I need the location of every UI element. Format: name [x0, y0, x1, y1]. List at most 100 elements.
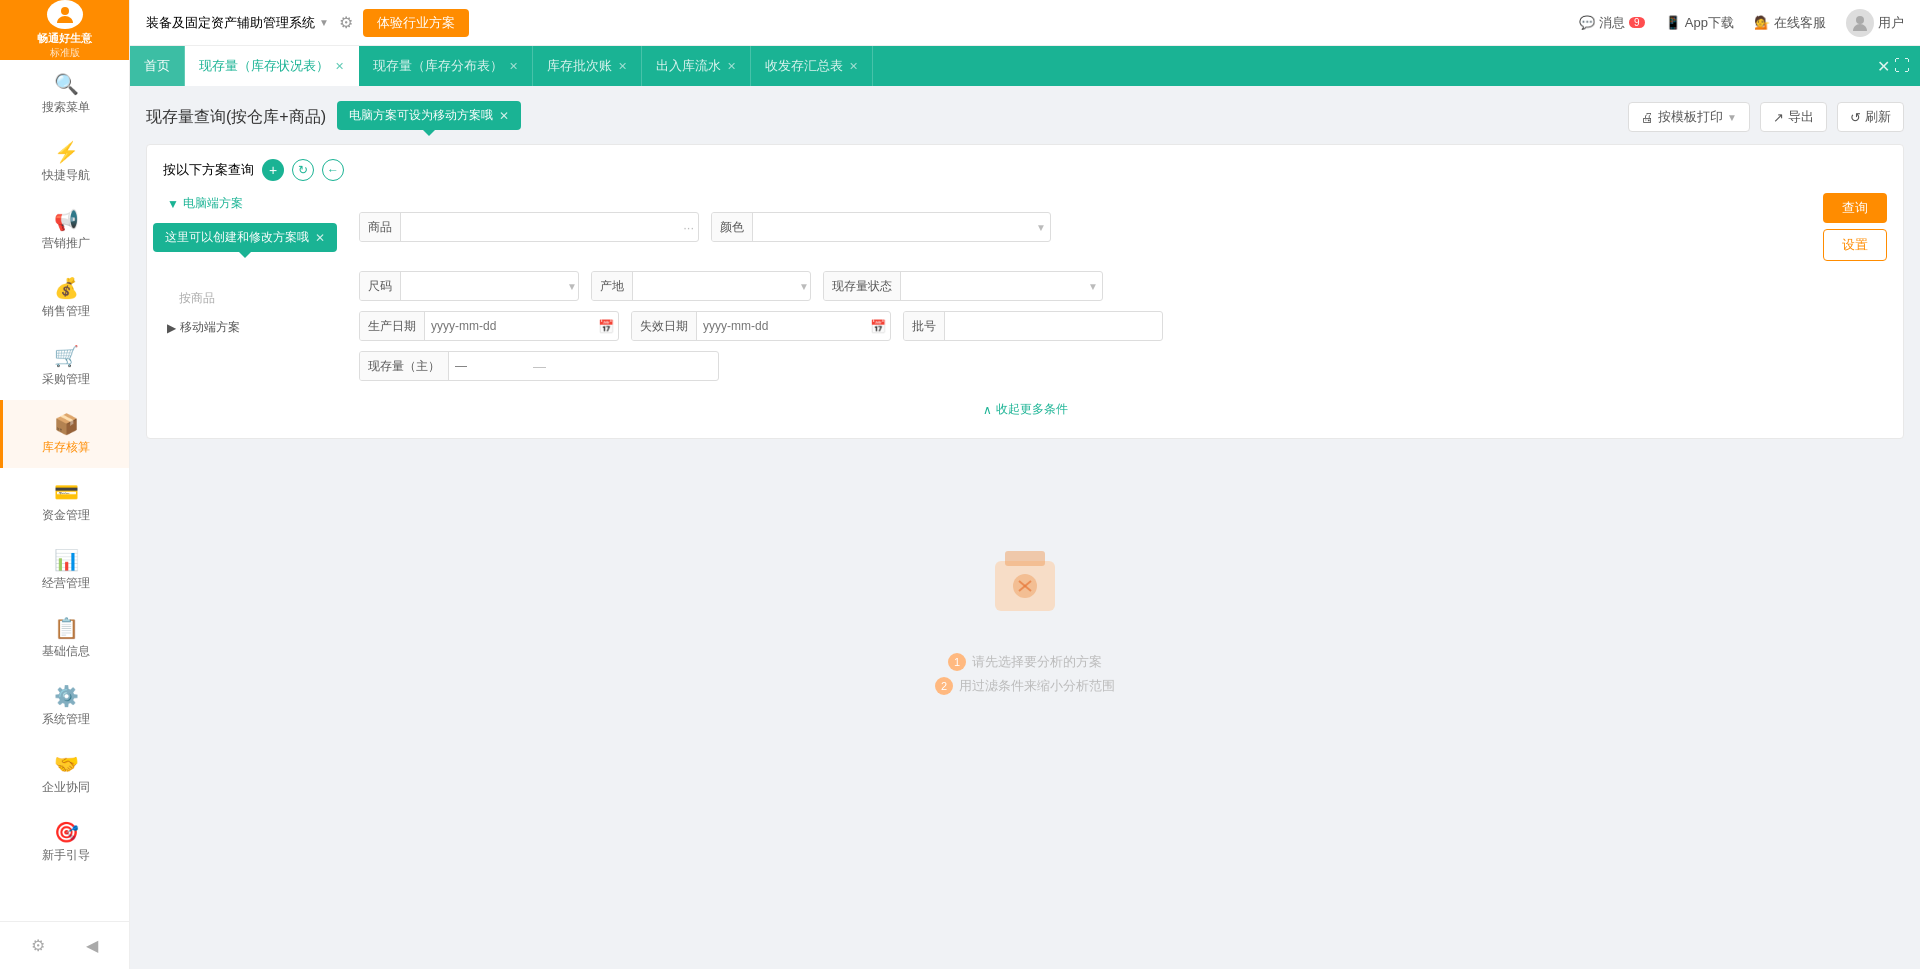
field-stock-status-input[interactable]	[901, 272, 1084, 300]
svg-point-0	[61, 7, 69, 15]
filter-back-btn[interactable]: ←	[322, 159, 344, 181]
setting-btn[interactable]: 设置	[1823, 229, 1887, 261]
sidebar-label-9: 系统管理	[42, 711, 90, 728]
filter-field-color: 颜色 ▼	[711, 212, 1051, 242]
filter-label: 按以下方案查询	[163, 161, 254, 179]
svg-rect-3	[1005, 551, 1045, 566]
online-service-label: 在线客服	[1774, 14, 1826, 32]
tab-flow[interactable]: 出入库流水 ✕	[642, 46, 751, 86]
header-gear-icon[interactable]: ⚙	[339, 13, 353, 32]
sidebar-collapse-btn[interactable]: ◀	[86, 936, 98, 955]
field-size-chevron[interactable]: ▼	[563, 281, 579, 292]
tab-inventory-dist[interactable]: 现存量（库存分布表） ✕	[359, 46, 533, 86]
sidebar-item-10[interactable]: 🤝企业协同	[0, 740, 129, 808]
tab-inventory-status[interactable]: 现存量（库存状况表） ✕	[185, 46, 359, 86]
sidebar-item-8[interactable]: 📋基础信息	[0, 604, 129, 672]
field-origin-label: 产地	[592, 272, 633, 300]
field-stock-qty-start[interactable]	[449, 352, 529, 380]
system-selector[interactable]: 装备及固定资产辅助管理系统 ▼	[146, 14, 329, 32]
filter-header: 按以下方案查询 + ↻ ← 电脑方案可设为移动方案哦 ✕	[163, 159, 1887, 181]
message-icon: 💬	[1579, 15, 1595, 30]
field-expire-date-input[interactable]	[697, 312, 866, 340]
hint-2-text: 用过滤条件来缩小分析范围	[959, 677, 1115, 695]
field-size-label: 尺码	[360, 272, 401, 300]
filter-field-stock-status: 现存量状态 ▼	[823, 271, 1103, 301]
field-goods-label: 商品	[360, 213, 401, 241]
tooltip2-close[interactable]: ✕	[315, 231, 325, 245]
tab-summary-close[interactable]: ✕	[849, 60, 858, 73]
filter-field-goods: 商品 ···	[359, 212, 699, 242]
sidebar-item-0[interactable]: 🔍搜索菜单	[0, 60, 129, 128]
print-label: 按模板打印	[1658, 108, 1723, 126]
filter-field-size: 尺码 ▼	[359, 271, 579, 301]
field-expire-date-cal[interactable]: 📅	[866, 319, 890, 334]
empty-illustration	[975, 531, 1075, 634]
refresh-label: 刷新	[1865, 108, 1891, 126]
tab-batch-account[interactable]: 库存批次账 ✕	[533, 46, 642, 86]
tab-batch-account-close[interactable]: ✕	[618, 60, 627, 73]
sidebar-item-1[interactable]: ⚡快捷导航	[0, 128, 129, 196]
print-icon: 🖨	[1641, 110, 1654, 125]
sidebar-item-2[interactable]: 📢营销推广	[0, 196, 129, 264]
sidebar-icon-7: 📊	[54, 548, 79, 572]
refresh-btn[interactable]: ↺ 刷新	[1837, 102, 1904, 132]
sidebar-item-3[interactable]: 💰销售管理	[0, 264, 129, 332]
filter-cycle-btn[interactable]: ↻	[292, 159, 314, 181]
sidebar-label-3: 销售管理	[42, 303, 90, 320]
filter-body: ▼ 电脑端方案 这里可以创建和修改方案哦 ✕ 按商品 ▶	[163, 193, 1887, 391]
collapse-label: 收起更多条件	[996, 401, 1068, 418]
app-download-btn[interactable]: 📱 App下载	[1665, 14, 1734, 32]
tab-home[interactable]: 首页	[130, 46, 185, 86]
sidebar-item-7[interactable]: 📊经营管理	[0, 536, 129, 604]
filter-search-actions: 查询 设置	[1823, 193, 1887, 261]
sidebar-item-5[interactable]: 📦库存核算	[0, 400, 129, 468]
field-goods-dots[interactable]: ···	[679, 220, 698, 235]
export-label: 导出	[1788, 108, 1814, 126]
sidebar-item-9[interactable]: ⚙️系统管理	[0, 672, 129, 740]
sidebar-item-11[interactable]: 🎯新手引导	[0, 808, 129, 876]
export-btn[interactable]: ↗ 导出	[1760, 102, 1827, 132]
print-btn[interactable]: 🖨 按模板打印 ▼	[1628, 102, 1750, 132]
user-label: 用户	[1878, 14, 1904, 32]
sidebar-icon-1: ⚡	[54, 140, 79, 164]
field-color-chevron[interactable]: ▼	[1032, 222, 1050, 233]
sidebar-item-6[interactable]: 💳资金管理	[0, 468, 129, 536]
tooltip1-close[interactable]: ✕	[499, 109, 509, 123]
message-btn[interactable]: 💬 消息 9	[1579, 14, 1645, 32]
industry-btn[interactable]: 体验行业方案	[363, 9, 469, 37]
scheme-mobile[interactable]: ▶ 移动端方案	[163, 317, 343, 338]
tab-flow-close[interactable]: ✕	[727, 60, 736, 73]
online-service-icon: 💁	[1754, 15, 1770, 30]
sidebar-icon-4: 🛒	[54, 344, 79, 368]
field-color-input[interactable]	[753, 213, 1032, 241]
field-origin-chevron[interactable]: ▼	[795, 281, 811, 292]
scheme-pc[interactable]: ▼ 电脑端方案	[163, 193, 343, 214]
message-label: 消息	[1599, 14, 1625, 32]
tab-fullscreen-btn[interactable]: ⛶	[1894, 57, 1910, 75]
sidebar-settings-btn[interactable]: ⚙	[31, 936, 45, 955]
scheme-pc-label: 电脑端方案	[183, 195, 243, 212]
sidebar-label-2: 营销推广	[42, 235, 90, 252]
field-origin-input[interactable]	[633, 272, 795, 300]
field-goods-input[interactable]	[401, 213, 679, 241]
print-arrow: ▼	[1727, 112, 1737, 123]
field-batch-input[interactable]	[945, 312, 1162, 340]
field-stock-qty-end[interactable]	[550, 352, 630, 380]
tab-inventory-status-close[interactable]: ✕	[335, 60, 344, 73]
tab-close-all-btn[interactable]: ✕	[1877, 57, 1890, 76]
tab-summary[interactable]: 收发存汇总表 ✕	[751, 46, 873, 86]
user-btn[interactable]: 用户	[1846, 9, 1904, 37]
collapse-bar[interactable]: ∧ 收起更多条件	[163, 395, 1887, 424]
field-stock-status-chevron[interactable]: ▼	[1084, 281, 1102, 292]
field-size-input[interactable]	[401, 272, 563, 300]
field-prod-date-cal[interactable]: 📅	[594, 319, 618, 334]
scheme-sub-category[interactable]: 按商品	[175, 288, 343, 309]
online-service-btn[interactable]: 💁 在线客服	[1754, 14, 1826, 32]
tab-inventory-dist-close[interactable]: ✕	[509, 60, 518, 73]
filter-field-stock-qty: 现存量（主） —	[359, 351, 719, 381]
filter-panel: 按以下方案查询 + ↻ ← 电脑方案可设为移动方案哦 ✕ ▼ 电脑端方案	[146, 144, 1904, 439]
search-btn[interactable]: 查询	[1823, 193, 1887, 223]
sidebar-item-4[interactable]: 🛒采购管理	[0, 332, 129, 400]
filter-add-btn[interactable]: +	[262, 159, 284, 181]
field-prod-date-input[interactable]	[425, 312, 594, 340]
